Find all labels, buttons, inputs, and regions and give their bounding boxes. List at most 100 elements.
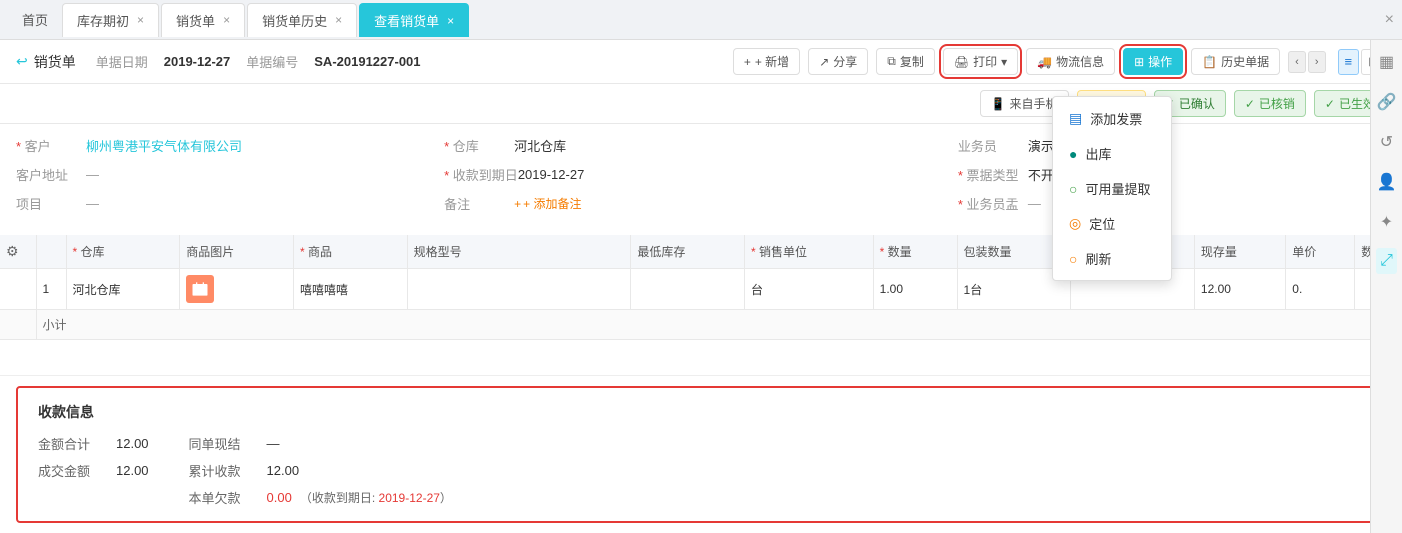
staff-label: 业务员 bbox=[958, 136, 1028, 155]
dropdown-available-qty[interactable]: ○ 可用量提取 bbox=[1053, 171, 1171, 206]
tab-view-sales-close[interactable]: × bbox=[447, 14, 454, 28]
action-bar: 📱 来自手机 ○ 未开票 ✓ 已确认 ✓ 已核销 ✓ 已生效 bbox=[0, 84, 1402, 124]
cell-product: 嘻嘻嘻嘻 bbox=[293, 269, 407, 310]
copy-button[interactable]: ⧉ 复制 bbox=[876, 48, 935, 75]
tab-sales-order-close[interactable]: × bbox=[223, 13, 230, 27]
phone-icon: 📱 bbox=[991, 97, 1006, 111]
address-label: 客户地址 bbox=[16, 165, 86, 184]
tab-sales-history[interactable]: 销货单历史 × bbox=[247, 3, 357, 37]
dropdown-refresh[interactable]: ○ 刷新 bbox=[1053, 241, 1171, 276]
note-label: 备注 bbox=[444, 194, 514, 213]
product-thumbnail bbox=[186, 275, 214, 303]
sidebar-icon-2[interactable]: 🔗 bbox=[1373, 88, 1401, 116]
new-button[interactable]: + + 新增 bbox=[733, 48, 800, 75]
prev-button[interactable]: ‹ bbox=[1288, 51, 1306, 73]
table-row: 1 河北仓库 嘻嘻嘻嘻 台 1.00 bbox=[0, 269, 1402, 310]
add-invoice-icon: ▤ bbox=[1069, 110, 1082, 127]
owed-label: 本单欠款 bbox=[189, 488, 259, 507]
tab-inventory-init[interactable]: 库存期初 × bbox=[62, 3, 159, 37]
sidebar-icon-4[interactable]: 👤 bbox=[1373, 168, 1401, 196]
new-icon: + bbox=[744, 55, 751, 69]
owed-date: 2019-12-27 bbox=[379, 491, 440, 505]
next-button[interactable]: › bbox=[1308, 51, 1326, 73]
cell-quantity: 1.00 bbox=[873, 269, 957, 310]
payment-rows: 金额合计 12.00 成交金额 12.00 同单现结 — bbox=[38, 434, 1364, 507]
cell-unit: 台 bbox=[745, 269, 874, 310]
history-button[interactable]: 📋 历史单据 bbox=[1191, 48, 1280, 75]
dropdown-outbound[interactable]: ● 出库 bbox=[1053, 136, 1171, 171]
print-dropdown-icon: ▾ bbox=[1001, 55, 1007, 69]
outbound-icon: ● bbox=[1069, 146, 1077, 162]
outbound-label: 出库 bbox=[1085, 144, 1111, 163]
print-button[interactable]: 🖨 打印 ▾ bbox=[943, 48, 1018, 75]
owed-note: （收款到期日: 2019-12-27） bbox=[300, 489, 452, 506]
locate-label: 定位 bbox=[1089, 214, 1115, 233]
transaction-amount-label: 成交金额 bbox=[38, 461, 108, 480]
list-view-icon[interactable]: ≡ bbox=[1338, 49, 1360, 75]
payment-date-label: 收款到期日 bbox=[444, 165, 518, 184]
payment-owed-row: 本单欠款 0.00 （收款到期日: 2019-12-27） bbox=[189, 488, 452, 507]
tab-home[interactable]: 首页 bbox=[8, 3, 62, 37]
add-note-button[interactable]: + + 添加备注 bbox=[514, 195, 581, 212]
cell-warehouse: 河北仓库 bbox=[66, 269, 180, 310]
tab-sales-order[interactable]: 销货单 × bbox=[161, 3, 245, 37]
tab-bar-close[interactable]: × bbox=[1385, 11, 1394, 29]
sales-staff-value: — bbox=[1028, 196, 1041, 211]
project-field: 项目 — bbox=[16, 194, 444, 213]
add-invoice-label: 添加发票 bbox=[1090, 109, 1142, 128]
payment-transaction-row: 成交金额 12.00 bbox=[38, 461, 149, 480]
print-label: 打印 bbox=[973, 53, 997, 70]
locate-icon: ◎ bbox=[1069, 215, 1081, 232]
settings-icon[interactable]: ⚙ bbox=[6, 243, 19, 259]
col-settings[interactable]: ⚙ bbox=[0, 235, 36, 269]
tab-sales-history-close[interactable]: × bbox=[335, 13, 342, 27]
payment-info-box: 收款信息 金额合计 12.00 成交金额 12.00 bbox=[16, 386, 1386, 523]
doc-type-icon: ↩ bbox=[16, 53, 28, 70]
operation-button[interactable]: ⊞ 操作 bbox=[1123, 48, 1183, 75]
cell-current-stock: 12.00 bbox=[1194, 269, 1285, 310]
table-section: ⚙ * 仓库 商品图片 * 商品 规格型号 最低库存 * 销售单位 * 数量 包… bbox=[0, 235, 1402, 375]
note-field: 备注 + + 添加备注 bbox=[444, 194, 958, 213]
customer-field: 客户 柳州粤港平安气体有限公司 bbox=[16, 136, 444, 155]
cell-min-stock bbox=[631, 269, 745, 310]
new-label: + 新增 bbox=[755, 53, 789, 70]
sidebar-icon-3[interactable]: ↺ bbox=[1376, 128, 1397, 156]
subtotal-label: 小计 bbox=[36, 310, 1402, 340]
sidebar-icon-1[interactable]: ▦ bbox=[1375, 48, 1398, 76]
tab-inventory-init-close[interactable]: × bbox=[137, 13, 144, 27]
history-icon: 📋 bbox=[1202, 55, 1217, 69]
transaction-amount-value: 12.00 bbox=[116, 463, 149, 478]
payment-date-value: 2019-12-27 bbox=[518, 167, 585, 182]
logistics-icon: 🚚 bbox=[1037, 55, 1052, 69]
col-unit: * 销售单位 bbox=[745, 235, 874, 269]
print-icon: 🖨 bbox=[954, 55, 969, 69]
payment-cumulative-row: 累计收款 12.00 bbox=[189, 461, 452, 480]
logistics-button[interactable]: 🚚 物流信息 bbox=[1026, 48, 1115, 75]
owed-value: 0.00 bbox=[267, 490, 292, 505]
sidebar-icon-5[interactable]: ✦ bbox=[1376, 208, 1397, 236]
tab-view-sales-label: 查看销货单 bbox=[374, 11, 439, 30]
share-icon: ↗ bbox=[819, 55, 829, 69]
share-label: 分享 bbox=[833, 53, 857, 70]
customer-value[interactable]: 柳州粤港平安气体有限公司 bbox=[86, 136, 242, 155]
col-min-stock: 最低库存 bbox=[631, 235, 745, 269]
right-sidebar: ▦ 🔗 ↺ 👤 ✦ ⤢ bbox=[1370, 40, 1402, 533]
refresh-label: 刷新 bbox=[1085, 249, 1111, 268]
dropdown-menu: ▤ 添加发票 ● 出库 ○ 可用量提取 ◎ 定位 ○ 刷新 bbox=[1052, 96, 1172, 281]
payment-date-field: 收款到期日 2019-12-27 bbox=[444, 165, 958, 184]
sidebar-icon-expand[interactable]: ⤢ bbox=[1376, 248, 1397, 274]
subtotal-settings bbox=[0, 310, 36, 340]
share-button[interactable]: ↗ 分享 bbox=[808, 48, 868, 75]
available-qty-icon: ○ bbox=[1069, 181, 1077, 197]
dropdown-add-invoice[interactable]: ▤ 添加发票 bbox=[1053, 101, 1171, 136]
tab-view-sales[interactable]: 查看销货单 × bbox=[359, 3, 469, 37]
form-row-2: 客户地址 — 收款到期日 2019-12-27 票据类型 不开票 bbox=[16, 165, 1386, 184]
doc-type-label: 销货单 bbox=[34, 52, 76, 72]
table-header-row: ⚙ * 仓库 商品图片 * 商品 规格型号 最低库存 * 销售单位 * 数量 包… bbox=[0, 235, 1402, 269]
checked-status[interactable]: ✓ 已核销 bbox=[1234, 90, 1306, 117]
dropdown-locate[interactable]: ◎ 定位 bbox=[1053, 206, 1171, 241]
table-wrapper[interactable]: ⚙ * 仓库 商品图片 * 商品 规格型号 最低库存 * 销售单位 * 数量 包… bbox=[0, 235, 1402, 375]
tab-home-label: 首页 bbox=[22, 10, 48, 29]
doc-header: ↩ 销货单 单据日期 2019-12-27 单据编号 SA-20191227-0… bbox=[0, 40, 1402, 84]
col-current-stock: 现存量 bbox=[1194, 235, 1285, 269]
